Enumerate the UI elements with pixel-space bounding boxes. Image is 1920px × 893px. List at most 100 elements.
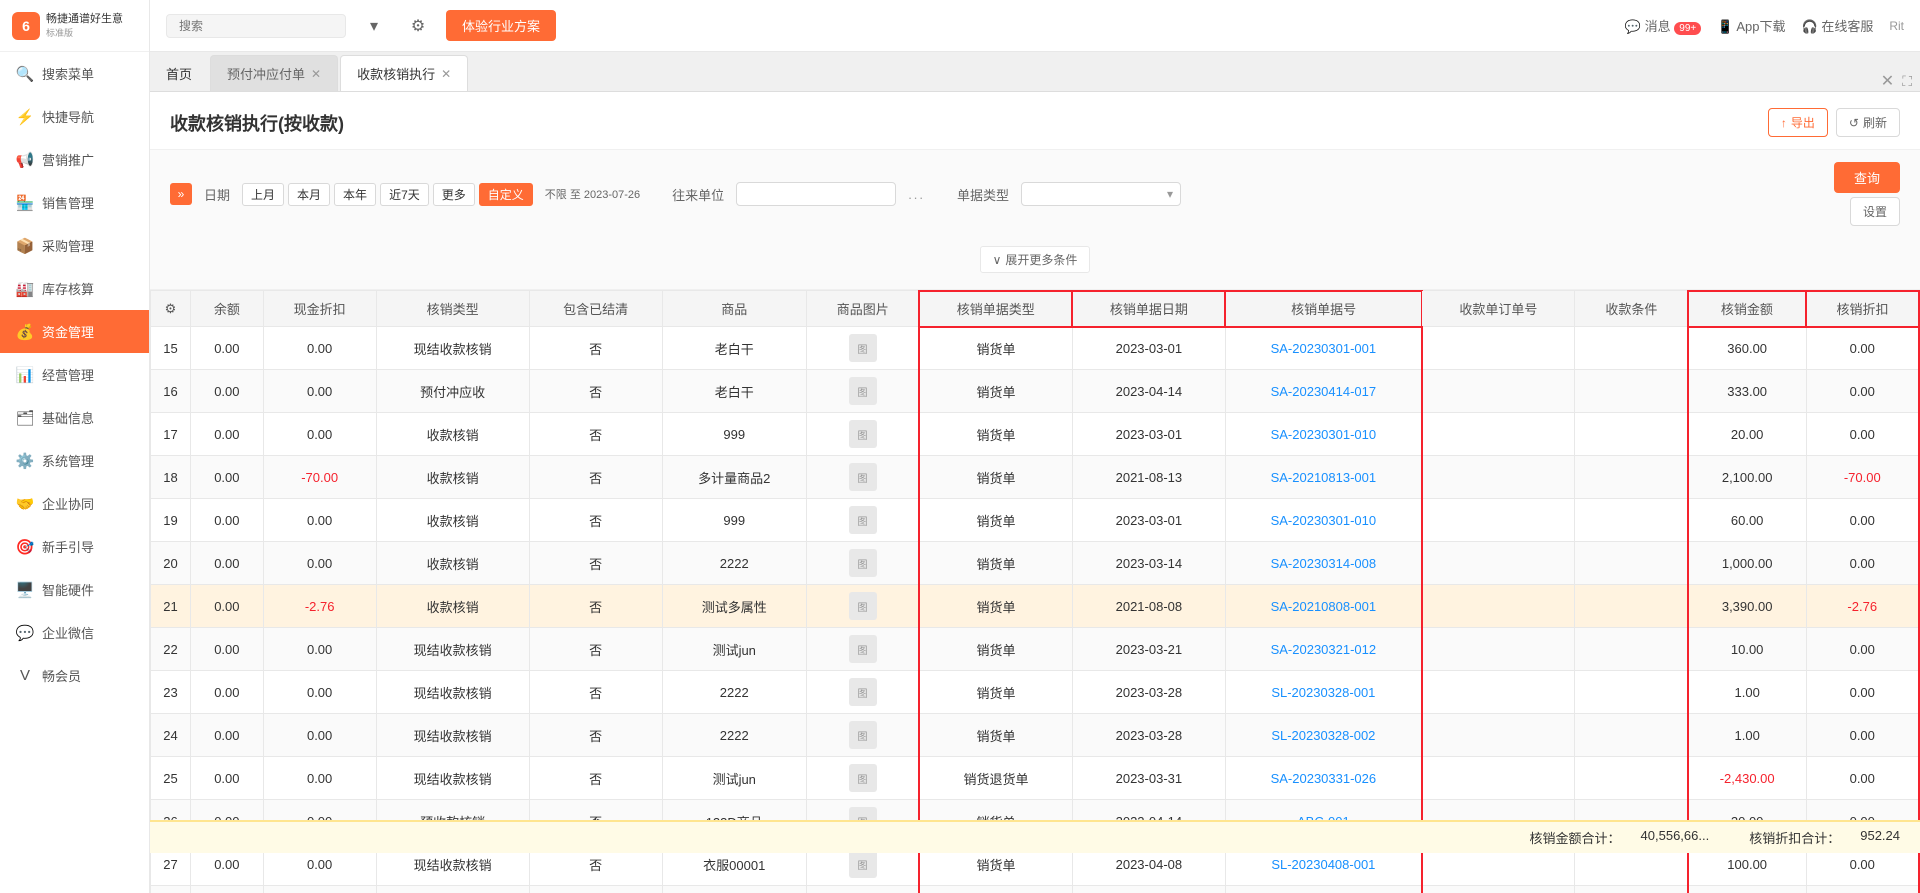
cell-cash-discount: 0.00 [263, 757, 376, 800]
bill-no-link[interactable]: SA-20210808-001 [1271, 599, 1377, 614]
tab-prepay[interactable]: 预付冲应付单 ✕ [210, 55, 338, 91]
sidebar-item-1[interactable]: ⚡快捷导航 [0, 95, 149, 138]
cell-no: 20 [151, 542, 191, 585]
cell-receipt-no [1422, 886, 1575, 893]
tab-close-prepay[interactable]: ✕ [311, 67, 321, 81]
date-btn-last-month[interactable]: 上月 [242, 183, 284, 206]
th-included: 包含已结清 [529, 291, 662, 327]
bill-no-link[interactable]: SA-20230321-012 [1271, 642, 1377, 657]
sidebar-item-10[interactable]: 🤝企业协同 [0, 482, 149, 525]
settings-icon[interactable]: ⚙ [402, 10, 434, 42]
bill-no-link[interactable]: SA-20230331-026 [1271, 771, 1377, 786]
from-unit-input[interactable] [736, 182, 896, 206]
cell-cash-discount: 0.00 [263, 714, 376, 757]
cell-discount: 0.00 [1806, 628, 1919, 671]
expand-more-row: ∨ 展开更多条件 [170, 242, 1900, 277]
online-service-link[interactable]: 🎧 在线客服 [1802, 16, 1874, 35]
tab-close-receipt[interactable]: ✕ [441, 67, 451, 81]
window-close-icon[interactable]: ✕ [1881, 71, 1894, 91]
th-cash-discount: 现金折扣 [263, 291, 376, 327]
export-button[interactable]: ↑ 导出 [1768, 108, 1828, 137]
setting-button[interactable]: 设置 [1850, 197, 1900, 226]
table-row: 22 0.00 0.00 现结收款核销 否 测试jun 图 销货单 2023-0… [151, 628, 1920, 671]
sidebar-item-2[interactable]: 📢营销推广 [0, 138, 149, 181]
cell-bill-type: 销货单 [919, 370, 1072, 413]
cell-bill-no: SA-20210813-001 [1225, 456, 1421, 499]
sidebar-item-0[interactable]: 🔍搜索菜单 [0, 52, 149, 95]
sidebar-item-14[interactable]: V畅会员 [0, 654, 149, 697]
bill-no-link[interactable]: SA-20230301-010 [1271, 427, 1377, 442]
chevron-down-icon[interactable]: ▾ [358, 10, 390, 42]
tab-home[interactable]: 首页 [150, 55, 208, 91]
table-row: 21 0.00 -2.76 收款核销 否 测试多属性 图 销货单 2021-08… [151, 585, 1920, 628]
cell-condition [1575, 585, 1688, 628]
date-btn-7days[interactable]: 近7天 [380, 183, 429, 206]
search-input[interactable] [166, 14, 346, 38]
sidebar-item-8[interactable]: 🗂基础信息 [0, 396, 149, 439]
th-verify-type: 核销类型 [376, 291, 529, 327]
table-footer: 核销金额合计： 40,556,66... 核销折扣合计： 952.24 [150, 820, 1920, 853]
filter-dots: ... [908, 187, 925, 202]
page-content: 收款核销执行(按收款) ↑ 导出 ↺ 刷新 » 日期 上月 [150, 92, 1920, 893]
cell-bill-date: 2023-03-14 [1072, 542, 1225, 585]
filter-expand-btn[interactable]: » [170, 183, 192, 205]
window-maximize-icon[interactable]: ⛶ [1902, 73, 1912, 90]
query-button[interactable]: 查询 [1834, 162, 1900, 193]
expand-arrow-icon[interactable]: » [170, 183, 192, 205]
th-settings[interactable]: ⚙ [151, 291, 191, 327]
date-btn-this-month[interactable]: 本月 [288, 183, 330, 206]
date-range-text: 不限 至 2023-07-26 [545, 186, 640, 202]
sidebar-item-4[interactable]: 📦采购管理 [0, 224, 149, 267]
sidebar-item-7[interactable]: 📊经营管理 [0, 353, 149, 396]
sidebar-item-5[interactable]: 🏭库存核算 [0, 267, 149, 310]
sidebar-icon-2: 📢 [16, 151, 34, 169]
sidebar-item-11[interactable]: 🎯新手引导 [0, 525, 149, 568]
bill-no-link[interactable]: SA-20230314-008 [1271, 556, 1377, 571]
table-header-row: ⚙ 余额 现金折扣 核销类型 包含已结清 商品 商品图片 核销单据类型 核销单据… [151, 291, 1920, 327]
cell-bill-date: 2023-03-28 [1072, 671, 1225, 714]
cell-goods: 测试jun [662, 757, 806, 800]
bill-no-link[interactable]: SA-20230301-010 [1271, 513, 1377, 528]
sidebar-icon-0: 🔍 [16, 65, 34, 83]
bill-no-link[interactable]: SA-20230301-001 [1271, 341, 1377, 356]
notification-area[interactable]: 💬 消息 99+ [1625, 16, 1701, 35]
cell-condition [1575, 757, 1688, 800]
cell-verify-type: 收款核销 [376, 456, 529, 499]
bill-no-link[interactable]: SA-20210813-001 [1271, 470, 1377, 485]
tab-receipt-verify[interactable]: 收款核销执行 ✕ [340, 55, 468, 91]
cell-condition [1575, 628, 1688, 671]
refresh-button[interactable]: ↺ 刷新 [1836, 108, 1900, 137]
filter-row-1: » 日期 上月 本月 本年 近7天 更多 自定义 不限 至 2023-07-26… [170, 162, 1900, 226]
bill-no-link[interactable]: SL-20230408-001 [1271, 857, 1375, 872]
sidebar-item-3[interactable]: 🏪销售管理 [0, 181, 149, 224]
th-goods-img: 商品图片 [806, 291, 919, 327]
cell-amount: 1.00 [1688, 671, 1806, 714]
date-btn-custom[interactable]: 自定义 [479, 183, 533, 206]
sidebar-item-6[interactable]: 💰资金管理 [0, 310, 149, 353]
cell-discount: 0.00 [1806, 327, 1919, 370]
date-btn-this-year[interactable]: 本年 [334, 183, 376, 206]
sidebar-item-9[interactable]: ⚙️系统管理 [0, 439, 149, 482]
cell-condition [1575, 370, 1688, 413]
cell-bill-type: 销货退货单 [919, 757, 1072, 800]
cell-condition [1575, 413, 1688, 456]
sidebar-item-13[interactable]: 💬企业微信 [0, 611, 149, 654]
cell-condition [1575, 886, 1688, 893]
bill-no-link[interactable]: SL-20230328-001 [1271, 685, 1375, 700]
cell-bill-type: 销货单 [919, 499, 1072, 542]
sidebar-item-12[interactable]: 🖥️智能硬件 [0, 568, 149, 611]
bill-type-select[interactable] [1021, 182, 1181, 206]
cell-goods: 999 [662, 499, 806, 542]
cell-bill-date: 2021-08-13 [1072, 456, 1225, 499]
sidebar: 6 畅捷通谱好生意 标准版 🔍搜索菜单⚡快捷导航📢营销推广🏪销售管理📦采购管理🏭… [0, 0, 150, 893]
app-download-link[interactable]: 📱 App下载 [1717, 16, 1785, 35]
date-btn-more[interactable]: 更多 [433, 183, 475, 206]
bill-no-link[interactable]: SA-20230414-017 [1271, 384, 1377, 399]
cell-no: 18 [151, 456, 191, 499]
bill-no-link[interactable]: SL-20230328-002 [1271, 728, 1375, 743]
cell-goods-img: 图 [806, 542, 919, 585]
main-content: ▾ ⚙ 体验行业方案 💬 消息 99+ 📱 App下载 🎧 在线客服 Rit 首… [150, 0, 1920, 893]
page-actions: ↑ 导出 ↺ 刷新 [1768, 108, 1900, 137]
solution-button[interactable]: 体验行业方案 [446, 10, 556, 41]
expand-more-button[interactable]: ∨ 展开更多条件 [980, 246, 1091, 273]
